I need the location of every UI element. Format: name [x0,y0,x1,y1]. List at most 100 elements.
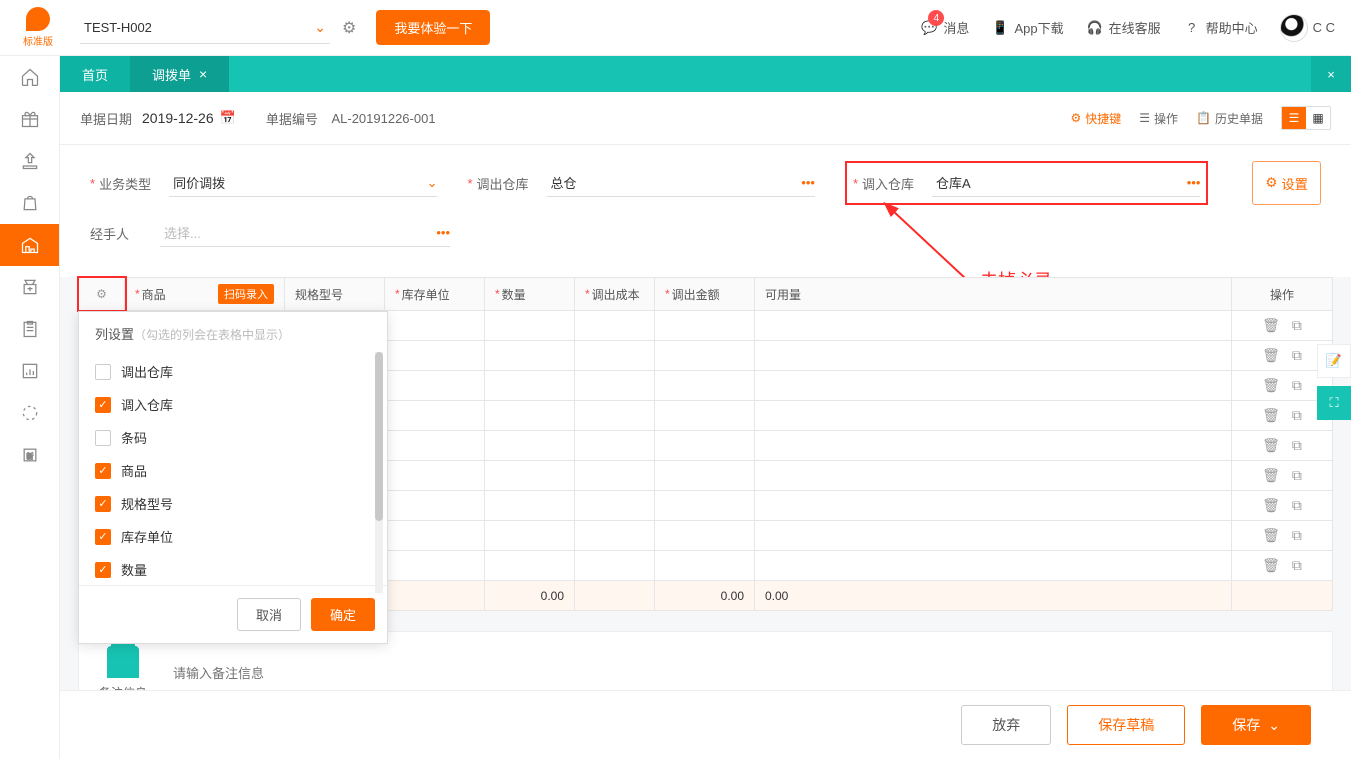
table: ⚙ *商品扫码录入 规格型号 *库存单位 *数量 *调出成本 *调出金额 可用量… [78,277,1333,611]
gear-icon[interactable]: ⚙ [342,18,356,38]
column-option[interactable]: 调出仓库 [95,355,371,388]
shortcuts-link[interactable]: ⚙ 快捷键 [1070,110,1121,127]
checkbox-icon: ✓ [95,463,111,479]
more-icon[interactable]: ••• [801,175,815,190]
copy-icon[interactable]: ⧉ [1292,347,1302,364]
headset-icon: 🎧 [1086,19,1104,37]
handler-field[interactable]: 经手人 选择...••• [90,219,450,247]
copy-icon[interactable]: ⧉ [1292,377,1302,394]
save-button[interactable]: 保存 ⌄ [1201,705,1311,745]
date-value[interactable]: 2019-12-26 [142,110,214,126]
copy-icon[interactable]: ⧉ [1292,437,1302,454]
left-sidebar: 新 [0,56,60,759]
confirm-button[interactable]: 确定 [311,598,375,631]
copy-icon[interactable]: ⧉ [1292,467,1302,484]
sidebar-gift[interactable] [0,98,59,140]
save-draft-button[interactable]: 保存草稿 [1067,705,1185,745]
th-product: *商品扫码录入 [125,278,285,310]
cancel-button[interactable]: 取消 [237,598,301,631]
out-warehouse-field[interactable]: * 调出仓库 总仓••• [467,161,814,205]
checkbox-icon: ✓ [95,529,111,545]
doc-actions: ⚙ 快捷键 ☰ 操作 📋 历史单据 ☰ ▦ [1070,106,1331,130]
sidebar-clipboard[interactable] [0,308,59,350]
delete-icon[interactable]: 🗑 [1262,527,1280,544]
checkbox-icon: ✓ [95,562,111,578]
chevron-down-icon: ⌄ [314,19,326,36]
delete-icon[interactable]: 🗑 [1262,377,1280,394]
sidebar-warehouse[interactable] [0,224,59,266]
th-avail: 可用量 [755,278,1232,310]
scrollbar[interactable] [375,352,383,593]
history-link[interactable]: 📋 历史单据 [1196,110,1263,127]
scan-badge[interactable]: 扫码录入 [218,284,274,304]
svg-text:新: 新 [26,451,33,460]
more-icon[interactable]: ••• [436,225,450,240]
app-download-link[interactable]: 📱 App下载 [991,18,1063,37]
copy-icon[interactable]: ⧉ [1292,497,1302,514]
th-unit: *库存单位 [385,278,485,310]
copy-icon[interactable]: ⧉ [1292,557,1302,574]
column-option[interactable]: 条码 [95,421,371,454]
copy-icon[interactable]: ⧉ [1292,317,1302,334]
checkbox-icon [95,430,111,446]
sidebar-finance[interactable] [0,266,59,308]
delete-icon[interactable]: 🗑 [1262,497,1280,514]
total-qty: 0.00 [485,581,575,610]
tab-transfer[interactable]: 调拨单 × [130,56,229,92]
operations-link[interactable]: ☰ 操作 [1139,110,1178,127]
column-settings-popup: 列设置（勾选的列会在表格中显示） 调出仓库✓调入仓库条码✓商品✓规格型号✓库存单… [78,311,388,644]
doc-number: AL-20191226-001 [331,111,435,126]
th-qty: *数量 [485,278,575,310]
org-value: TEST-H002 [84,20,152,35]
biz-type-field[interactable]: * 业务类型 同价调拨⌄ [90,161,437,205]
sidebar-bag[interactable] [0,182,59,224]
sidebar-new[interactable]: 新 [0,434,59,476]
delete-icon[interactable]: 🗑 [1262,557,1280,574]
delete-icon[interactable]: 🗑 [1262,347,1280,364]
checkbox-icon: ✓ [95,496,111,512]
online-service-link[interactable]: 🎧 在线客服 [1086,18,1161,37]
sidebar-home[interactable] [0,56,59,98]
sidebar-upload[interactable] [0,140,59,182]
tab-home[interactable]: 首页 [60,56,130,92]
column-option[interactable]: ✓规格型号 [95,487,371,520]
delete-icon[interactable]: 🗑 [1262,407,1280,424]
copy-icon[interactable]: ⧉ [1292,407,1302,424]
message-badge: 4 [928,10,944,26]
trial-button[interactable]: 我要体验一下 [376,10,490,45]
tab-close-all[interactable]: × [1311,56,1351,92]
more-icon[interactable]: ••• [1187,175,1201,190]
delete-icon[interactable]: 🗑 [1262,437,1280,454]
close-icon[interactable]: × [199,66,207,82]
column-settings-gear[interactable]: ⚙ [79,278,125,310]
notes-icon [107,646,139,678]
org-selector[interactable]: TEST-H002 ⌄ [80,12,330,44]
user-menu[interactable]: C C [1280,14,1335,42]
help-center-link[interactable]: ? 帮助中心 [1183,18,1258,37]
view-list-icon[interactable]: ☰ [1282,107,1306,129]
column-option[interactable]: ✓库存单位 [95,520,371,553]
column-option[interactable]: ✓数量 [95,553,371,585]
tab-bar: 首页 调拨单 × × [60,56,1351,92]
discard-button[interactable]: 放弃 [961,705,1051,745]
sidebar-report[interactable] [0,350,59,392]
logo-icon [26,7,50,31]
total-amount: 0.00 [655,581,755,610]
in-warehouse-field[interactable]: * 调入仓库 仓库A••• [845,161,1208,205]
help-icon: ? [1183,19,1201,37]
view-grid-icon[interactable]: ▦ [1306,107,1330,129]
th-cost: *调出成本 [575,278,655,310]
column-option[interactable]: ✓商品 [95,454,371,487]
delete-icon[interactable]: 🗑 [1262,467,1280,484]
copy-icon[interactable]: ⧉ [1292,527,1302,544]
expand-float-icon[interactable]: ⛶ [1317,386,1351,420]
note-float-icon[interactable]: 📝 [1317,344,1351,378]
calendar-icon[interactable]: 📅 [220,110,236,126]
content: 单据日期 2019-12-26 📅 单据编号 AL-20191226-001 ⚙… [60,92,1351,759]
delete-icon[interactable]: 🗑 [1262,317,1280,334]
sidebar-sync[interactable] [0,392,59,434]
settings-button[interactable]: ⚙ 设置 [1252,161,1321,205]
phone-icon: 📱 [991,19,1009,37]
messages-link[interactable]: 💬 4 消息 [920,18,969,37]
column-option[interactable]: ✓调入仓库 [95,388,371,421]
